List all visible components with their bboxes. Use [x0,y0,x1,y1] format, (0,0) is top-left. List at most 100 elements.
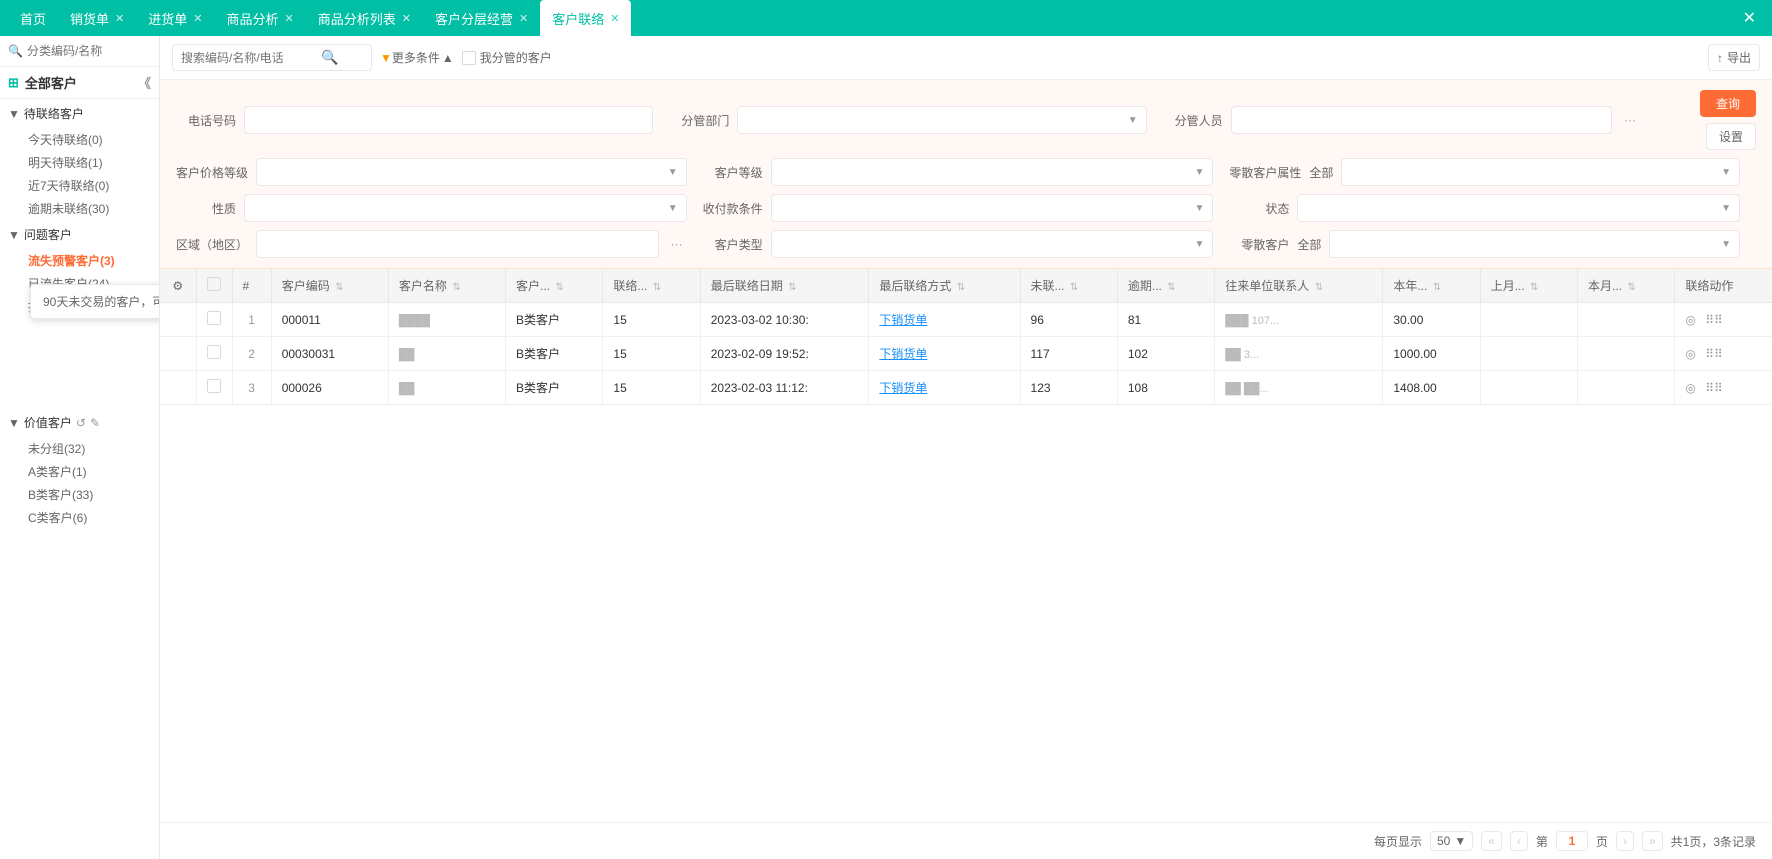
payment-select[interactable]: ▼ [771,194,1214,222]
sidebar-all-customers[interactable]: ⊞ 全部客户 《 [0,67,159,99]
manager-dots-btn[interactable]: ··· [1620,113,1640,127]
close-sales-tab[interactable]: ✕ [115,12,124,25]
td-check-3[interactable] [196,371,232,405]
sidebar-item-tomorrow[interactable]: 明天待联络(1) [0,151,159,174]
status-select[interactable]: ▼ [1297,194,1740,222]
th-setting[interactable]: ⚙ [160,269,196,303]
sidebar-item-a-class[interactable]: A类客户(1) [0,460,159,483]
way-link-2[interactable]: 下销货单 [879,347,927,361]
zero-customer-value: 全部 [1297,236,1321,253]
td-way-1[interactable]: 下销货单 [869,303,1020,337]
header-checkbox[interactable] [207,277,221,291]
th-code[interactable]: 客户编码 ⇅ [271,269,388,303]
th-check[interactable] [196,269,232,303]
first-page-btn[interactable]: « [1481,831,1502,851]
td-od-1: 81 [1117,303,1214,337]
th-last-month[interactable]: 上月... ⇅ [1480,269,1577,303]
region-select[interactable] [256,230,659,258]
td-check-1[interactable] [196,303,232,337]
td-check-2[interactable] [196,337,232,371]
more-actions-1[interactable]: ⠿⠿ [1705,313,1723,327]
manager-select[interactable] [1231,106,1612,134]
th-contact[interactable]: 联络... ⇅ [603,269,700,303]
contact-icon-3[interactable]: ◎ [1685,381,1695,395]
nav-tab-analysis-list[interactable]: 商品分析列表 ✕ [306,0,423,36]
row3-checkbox[interactable] [207,379,221,393]
close-purchase-tab[interactable]: ✕ [193,12,202,25]
close-customer-contact-tab[interactable]: ✕ [610,12,619,25]
th-type[interactable]: 客户... ⇅ [506,269,603,303]
nav-tab-home[interactable]: 首页 [8,0,58,36]
td-code-2: 00030031 [271,337,388,371]
nav-tab-sales[interactable]: 销货单 ✕ [58,0,136,36]
window-close-btn[interactable]: ✕ [1735,8,1764,28]
sidebar-group-pending[interactable]: ▼ 待联络客户 [0,99,159,128]
td-way-3[interactable]: 下销货单 [869,371,1020,405]
sidebar-group-value[interactable]: ▼ 价值客户 ↺ ✎ [0,408,159,437]
nav-tab-customer-layer[interactable]: 客户分层经营 ✕ [423,0,540,36]
more-conditions-btn[interactable]: ▼ 更多条件 ▲ [380,49,454,66]
th-not-contacted[interactable]: 未联... ⇅ [1020,269,1117,303]
sidebar-item-ungrouped[interactable]: 未分组(32) [0,437,159,460]
edit-icon[interactable]: ✎ [90,416,100,430]
way-link-1[interactable]: 下销货单 [879,313,927,327]
region-label: 区域（地区） [176,236,248,253]
refresh-icon[interactable]: ↺ [76,416,86,430]
region-dots-btn[interactable]: ··· [667,237,687,251]
td-cc-1: ███ 107... [1215,303,1383,337]
export-btn[interactable]: ↑ 导出 [1708,44,1760,71]
sidebar-search-input[interactable] [27,44,151,58]
zero-attr-select[interactable]: ▼ [1341,158,1740,186]
th-this-year[interactable]: 本年... ⇅ [1383,269,1480,303]
sidebar-group-problem[interactable]: ▼ 问题客户 [0,220,159,249]
search-input[interactable] [181,51,321,65]
td-way-2[interactable]: 下销货单 [869,337,1020,371]
nav-tab-analysis[interactable]: 商品分析 ✕ [214,0,305,36]
sidebar-item-week[interactable]: 近7天待联络(0) [0,174,159,197]
nav-tab-purchase[interactable]: 进货单 ✕ [136,0,214,36]
settings-btn[interactable]: 设置 [1706,123,1756,150]
close-analysis-tab[interactable]: ✕ [285,12,294,25]
way-link-3[interactable]: 下销货单 [879,381,927,395]
last-page-btn[interactable]: » [1642,831,1663,851]
sidebar-item-b-class[interactable]: B类客户(33) [0,483,159,506]
nav-tab-customer-contact[interactable]: 客户联络 ✕ [540,0,631,36]
contact-icon-1[interactable]: ◎ [1685,313,1695,327]
next-page-btn[interactable]: › [1616,831,1634,851]
type-select[interactable]: ▼ [771,230,1214,258]
dept-select[interactable]: ▼ [737,106,1146,134]
th-overdue[interactable]: 逾期... ⇅ [1117,269,1214,303]
th-this-month[interactable]: 本月... ⇅ [1578,269,1675,303]
row1-checkbox[interactable] [207,311,221,325]
sidebar-item-c-class[interactable]: C类客户(6) [0,506,159,529]
row2-checkbox[interactable] [207,345,221,359]
per-page-select[interactable]: 50 ▼ [1430,831,1473,851]
sidebar-item-overdue[interactable]: 逾期未联络(30) [0,197,159,220]
type-label: 客户类型 [703,236,763,253]
more-actions-2[interactable]: ⠿⠿ [1705,347,1723,361]
price-grade-select[interactable]: ▼ [256,158,687,186]
close-analysis-list-tab[interactable]: ✕ [402,12,411,25]
sidebar-item-today[interactable]: 今天待联络(0) [0,128,159,151]
td-nc-3: 123 [1020,371,1117,405]
close-customer-layer-tab[interactable]: ✕ [519,12,528,25]
phone-input[interactable] [244,106,653,134]
my-customers-check[interactable] [462,51,476,65]
zero-customer-select[interactable]: ▼ [1329,230,1740,258]
prev-page-btn[interactable]: ‹ [1510,831,1528,851]
td-contact-2: 15 [603,337,700,371]
page-input[interactable] [1556,831,1588,851]
page-suffix: 页 [1596,833,1608,850]
th-name[interactable]: 客户名称 ⇅ [388,269,505,303]
grade-select[interactable]: ▼ [771,158,1214,186]
th-last-way[interactable]: 最后联络方式 ⇅ [869,269,1020,303]
query-btn[interactable]: 查询 [1700,90,1756,117]
search-btn-icon[interactable]: 🔍 [321,49,338,66]
sidebar-item-churn-warning[interactable]: 流失预警客户(3) [0,249,159,272]
nature-select[interactable]: ▼ [244,194,687,222]
more-actions-3[interactable]: ⠿⠿ [1705,381,1723,395]
th-company-contact[interactable]: 往来单位联系人 ⇅ [1215,269,1383,303]
contact-icon-2[interactable]: ◎ [1685,347,1695,361]
th-last-date[interactable]: 最后联络日期 ⇅ [700,269,869,303]
my-customers-checkbox[interactable]: 我分管的客户 [462,49,552,66]
